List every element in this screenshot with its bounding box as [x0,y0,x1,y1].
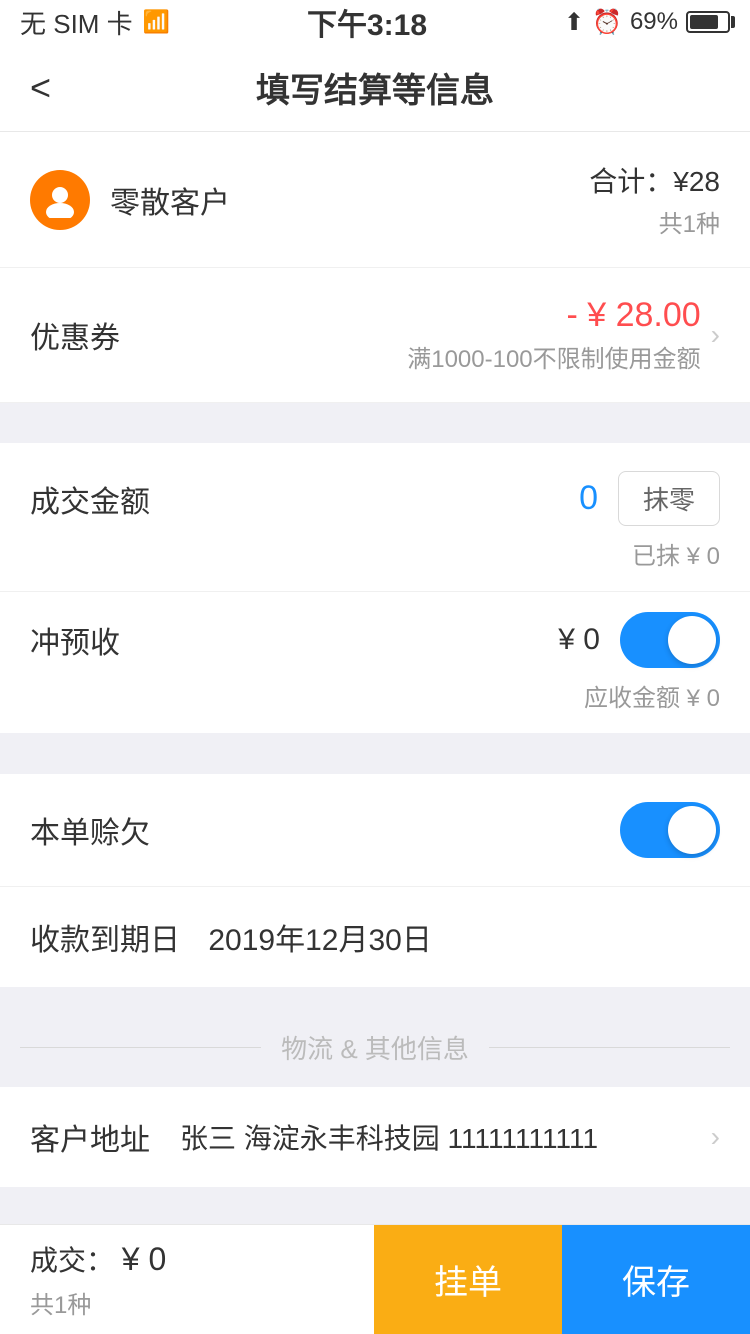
bottom-bar: 成交： ¥ 0 共1种 挂单 保存 [0,1224,750,1334]
prepay-right: ¥ 0 [558,612,720,668]
line-right [489,1047,730,1048]
transaction-card: 成交金额 0 抹零 已抹 ¥ 0 冲预收 ¥ 0 应收金额 ¥ 0 [0,443,750,733]
prepay-toggle[interactable] [620,612,720,668]
save-button[interactable]: 保存 [562,1225,750,1334]
customer-row: 零散客户 合计：¥28 共1种 [0,132,750,268]
coupon-right: - ¥ 28.00 满1000-100不限制使用金额 › [407,296,720,374]
status-right: ⬆ ⏰ 69% [564,8,730,37]
bottom-info: 成交： ¥ 0 共1种 [0,1239,374,1320]
person-icon [42,182,78,218]
alarm-icon: ⏰ [592,8,622,37]
carrier-label: 无 SIM 卡 [20,4,133,41]
hold-button[interactable]: 挂单 [374,1225,562,1334]
battery-percentage: 69% [630,8,678,36]
amount-right: 0 抹零 [579,471,720,526]
address-chevron-icon: › [711,1121,720,1153]
debit-card: 本单赊欠 收款到期日 2019年12月30日 [0,773,750,987]
nav-bar: < 填写结算等信息 [0,44,750,132]
customer-left: 零散客户 [30,170,230,230]
due-date-value: 2019年12月30日 [208,924,431,957]
address-card: 客户地址 张三 海淀永丰科技园 11111111111 › [0,1087,750,1187]
coupon-label: 优惠券 [30,313,120,357]
transaction-value: 0 [579,479,598,518]
battery-icon [686,11,730,33]
logistics-section-header: 物流 & 其他信息 [0,1007,750,1087]
coupon-row[interactable]: 优惠券 - ¥ 28.00 满1000-100不限制使用金额 › [0,268,750,403]
time-label: 下午3:18 [307,0,427,44]
total-amount: 合计：¥28 [589,160,720,200]
status-left: 无 SIM 卡 📶 [20,4,170,41]
wifi-icon: 📶 [143,9,170,35]
address-label: 客户地址 [30,1115,150,1159]
location-icon: ⬆ [564,8,584,37]
line-left [20,1047,261,1048]
deal-label: 成交： [30,1245,114,1276]
avatar [30,170,90,230]
prepay-amount: ¥ 0 [558,623,600,657]
page-title: 填写结算等信息 [256,63,494,112]
total-count: 共1种 [589,204,720,239]
prepay-row: 冲预收 ¥ 0 [0,592,750,678]
debit-toggle-knob [668,806,716,854]
toggle-knob [668,616,716,664]
due-date-row: 收款到期日 2019年12月30日 [0,886,750,987]
debit-label: 本单赊欠 [30,808,150,852]
already-rounded: 已抹 ¥ 0 [0,536,750,592]
debit-toggle[interactable] [620,802,720,858]
content-area: 零散客户 合计：¥28 共1种 优惠券 - ¥ 28.00 满1000-100不… [0,132,750,1327]
section-divider-1 [0,423,750,443]
coupon-info: - ¥ 28.00 满1000-100不限制使用金额 [407,296,700,374]
prepay-info: ¥ 0 [558,623,600,657]
customer-total: 合计：¥28 共1种 [589,160,720,239]
customer-card: 零散客户 合计：¥28 共1种 优惠券 - ¥ 28.00 满1000-100不… [0,132,750,403]
debit-row: 本单赊欠 [0,773,750,886]
bottom-count: 共1种 [30,1285,344,1320]
coupon-discount: - ¥ 28.00 [407,296,700,335]
status-bar: 无 SIM 卡 📶 下午3:18 ⬆ ⏰ 69% [0,0,750,44]
address-row[interactable]: 客户地址 张三 海淀永丰科技园 11111111111 › [0,1087,750,1187]
section-divider-2 [0,753,750,773]
address-value: 张三 海淀永丰科技园 11111111111 [180,1117,711,1157]
round-down-button[interactable]: 抹零 [618,471,720,526]
transaction-label: 成交金额 [30,477,150,521]
logistics-label: 物流 & 其他信息 [281,1029,469,1066]
deal-amount: ¥ 0 [122,1241,166,1277]
amount-row: 成交金额 0 抹零 [0,443,750,536]
back-button[interactable]: < [30,67,51,109]
coupon-desc: 满1000-100不限制使用金额 [407,339,700,374]
receivable-amount: 应收金额 ¥ 0 [0,678,750,733]
due-date-label: 收款到期日 [30,924,180,957]
customer-name: 零散客户 [110,178,230,222]
bottom-deal-row: 成交： ¥ 0 [30,1239,344,1279]
chevron-right-icon: › [711,319,720,351]
prepay-label: 冲预收 [30,618,120,662]
